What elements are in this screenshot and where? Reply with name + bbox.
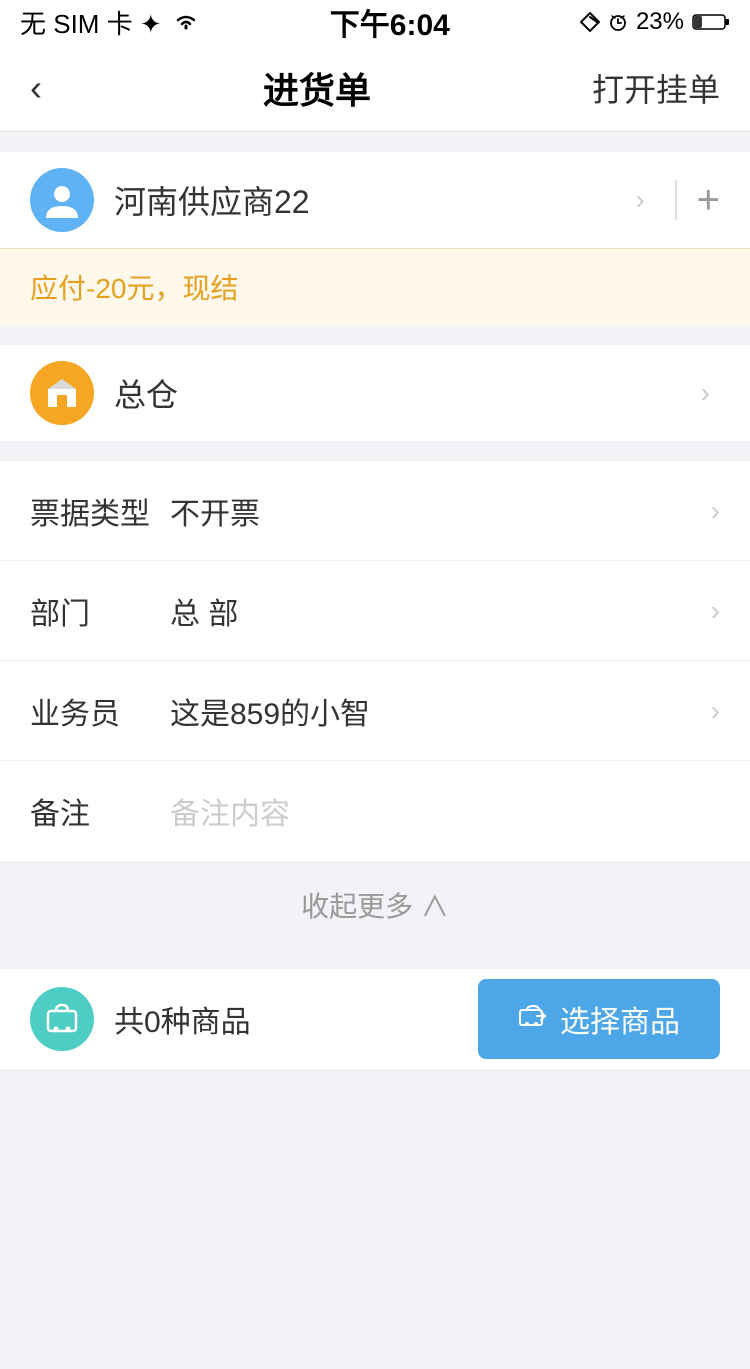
remark-input[interactable]: 备注内容 [170, 789, 720, 833]
add-supplier-button[interactable]: + [697, 178, 720, 223]
status-time: 下午6:04 [330, 0, 450, 44]
top-divider [0, 132, 750, 152]
collapse-bar[interactable]: 收起更多 ∧ [0, 861, 750, 949]
cart-icon [44, 1001, 80, 1037]
supplier-section: 河南供应商22 › + 应付-20元，现结 [0, 152, 750, 325]
product-icon-wrap [30, 987, 94, 1051]
alarm-icon [608, 12, 628, 32]
invoice-label: 票据类型 [30, 489, 170, 533]
battery-percent: 23% [636, 8, 684, 36]
sales-row[interactable]: 业务员 这是859的小智 › [0, 661, 750, 761]
supplier-chevron-icon: › [635, 184, 644, 216]
person-icon [42, 180, 82, 220]
form-section: 票据类型 不开票 › 部门 总 部 › 业务员 这是859的小智 › 备注 备注… [0, 461, 750, 861]
open-pending-button[interactable]: 打开挂单 [592, 65, 720, 111]
warehouse-chevron-icon: › [701, 377, 710, 409]
wifi-icon [172, 12, 200, 32]
invoice-value: 不开票 [170, 489, 711, 533]
select-product-label: 选择商品 [560, 997, 680, 1041]
dept-row[interactable]: 部门 总 部 › [0, 561, 750, 661]
collapse-label: 收起更多 ∧ [301, 891, 449, 922]
dept-value: 总 部 [170, 589, 711, 633]
supplier-row[interactable]: 河南供应商22 › + [0, 152, 750, 248]
select-cart-icon [518, 1003, 548, 1035]
avatar [30, 168, 94, 232]
product-count-label: 共0种商品 [114, 997, 478, 1041]
warehouse-icon-wrap [30, 361, 94, 425]
invoice-chevron-icon: › [711, 495, 720, 527]
status-right: 23% [580, 8, 730, 36]
warehouse-icon [44, 375, 80, 411]
sales-value: 这是859的小智 [170, 689, 711, 733]
dept-label: 部门 [30, 589, 170, 633]
status-bar: 无 SIM 卡 ✦ 下午6:04 23% [0, 0, 750, 44]
page-background [0, 1069, 750, 1369]
back-button[interactable]: ‹ [30, 67, 42, 109]
page-title: 进货单 [263, 62, 371, 114]
nav-bar: ‹ 进货单 打开挂单 [0, 44, 750, 132]
notice-bar: 应付-20元，现结 [0, 248, 750, 325]
battery-icon [692, 12, 730, 32]
status-left: 无 SIM 卡 ✦ [20, 4, 200, 41]
sales-chevron-icon: › [711, 695, 720, 727]
invoice-row[interactable]: 票据类型 不开票 › [0, 461, 750, 561]
select-product-button[interactable]: 选择商品 [478, 979, 720, 1059]
notice-text: 应付-20元，现结 [30, 273, 238, 304]
remark-row[interactable]: 备注 备注内容 [0, 761, 750, 861]
warehouse-row[interactable]: 总仓 › [0, 345, 750, 441]
warehouse-name: 总仓 [114, 370, 701, 416]
supplier-name: 河南供应商22 [114, 177, 635, 223]
remark-label: 备注 [30, 789, 170, 833]
dept-chevron-icon: › [711, 595, 720, 627]
bottom-bar: 共0种商品 选择商品 [0, 969, 750, 1069]
location-icon [580, 12, 600, 32]
sales-label: 业务员 [30, 689, 170, 733]
no-sim-label: 无 SIM 卡 ✦ [20, 4, 162, 41]
supplier-divider [675, 180, 677, 220]
